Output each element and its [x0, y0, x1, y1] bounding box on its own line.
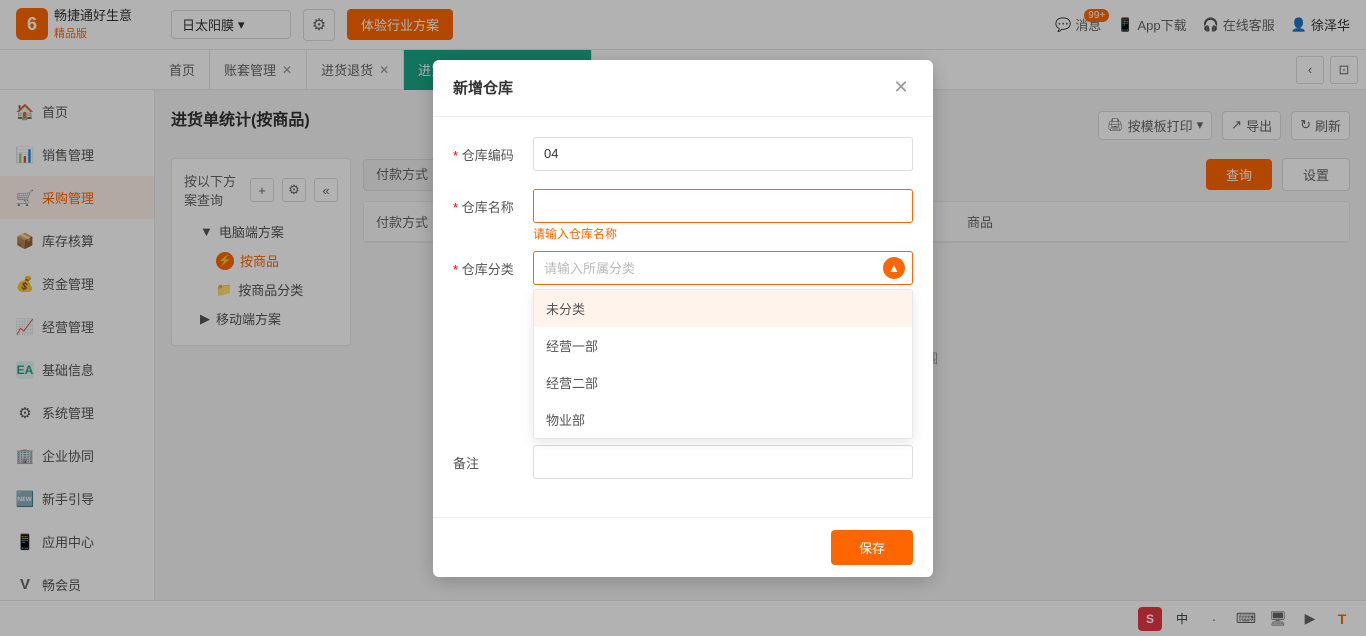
warehouse-name-label: * 仓库名称: [453, 189, 533, 216]
add-warehouse-modal: 新增仓库 ✕ * 仓库编码 * 仓库名称 请输入仓库名称: [433, 60, 933, 577]
warehouse-category-label: * 仓库分类: [453, 251, 533, 278]
category-dropdown: 未分类 经营一部 经营二部 物业部: [533, 289, 913, 439]
modal-body: * 仓库编码 * 仓库名称 请输入仓库名称 *: [433, 117, 933, 517]
dropdown-item-uncategorized[interactable]: 未分类: [534, 290, 912, 327]
remark-row: 备注: [453, 445, 913, 479]
warehouse-code-label: * 仓库编码: [453, 137, 533, 164]
category-arrow-button[interactable]: ▲: [883, 257, 905, 279]
dropdown-item-dept2[interactable]: 经营二部: [534, 364, 912, 401]
modal-header: 新增仓库 ✕: [433, 60, 933, 117]
warehouse-category-select-wrap: 请输入所属分类 ▲ 未分类 经营一部 经营二部 物业部: [533, 251, 913, 285]
modal-overlay: 新增仓库 ✕ * 仓库编码 * 仓库名称 请输入仓库名称: [0, 0, 1366, 636]
remark-label: 备注: [453, 445, 533, 472]
modal-close-button[interactable]: ✕: [889, 76, 913, 100]
save-button[interactable]: 保存: [831, 530, 913, 565]
warehouse-code-row: * 仓库编码: [453, 137, 913, 171]
warehouse-name-input[interactable]: [533, 189, 913, 223]
modal-title: 新增仓库: [453, 77, 513, 98]
warehouse-name-error: 请输入仓库名称: [533, 225, 617, 242]
dropdown-item-dept3[interactable]: 物业部: [534, 401, 912, 438]
remark-input[interactable]: [533, 445, 913, 479]
dropdown-item-dept1[interactable]: 经营一部: [534, 327, 912, 364]
warehouse-category-row: * 仓库分类 请输入所属分类 ▲ 未分类 经营一部 经营二部 物业部: [453, 251, 913, 285]
modal-footer: 保存: [433, 517, 933, 577]
warehouse-name-row: * 仓库名称 请输入仓库名称: [453, 189, 913, 223]
warehouse-code-input[interactable]: [533, 137, 913, 171]
warehouse-category-input[interactable]: 请输入所属分类: [533, 251, 913, 285]
